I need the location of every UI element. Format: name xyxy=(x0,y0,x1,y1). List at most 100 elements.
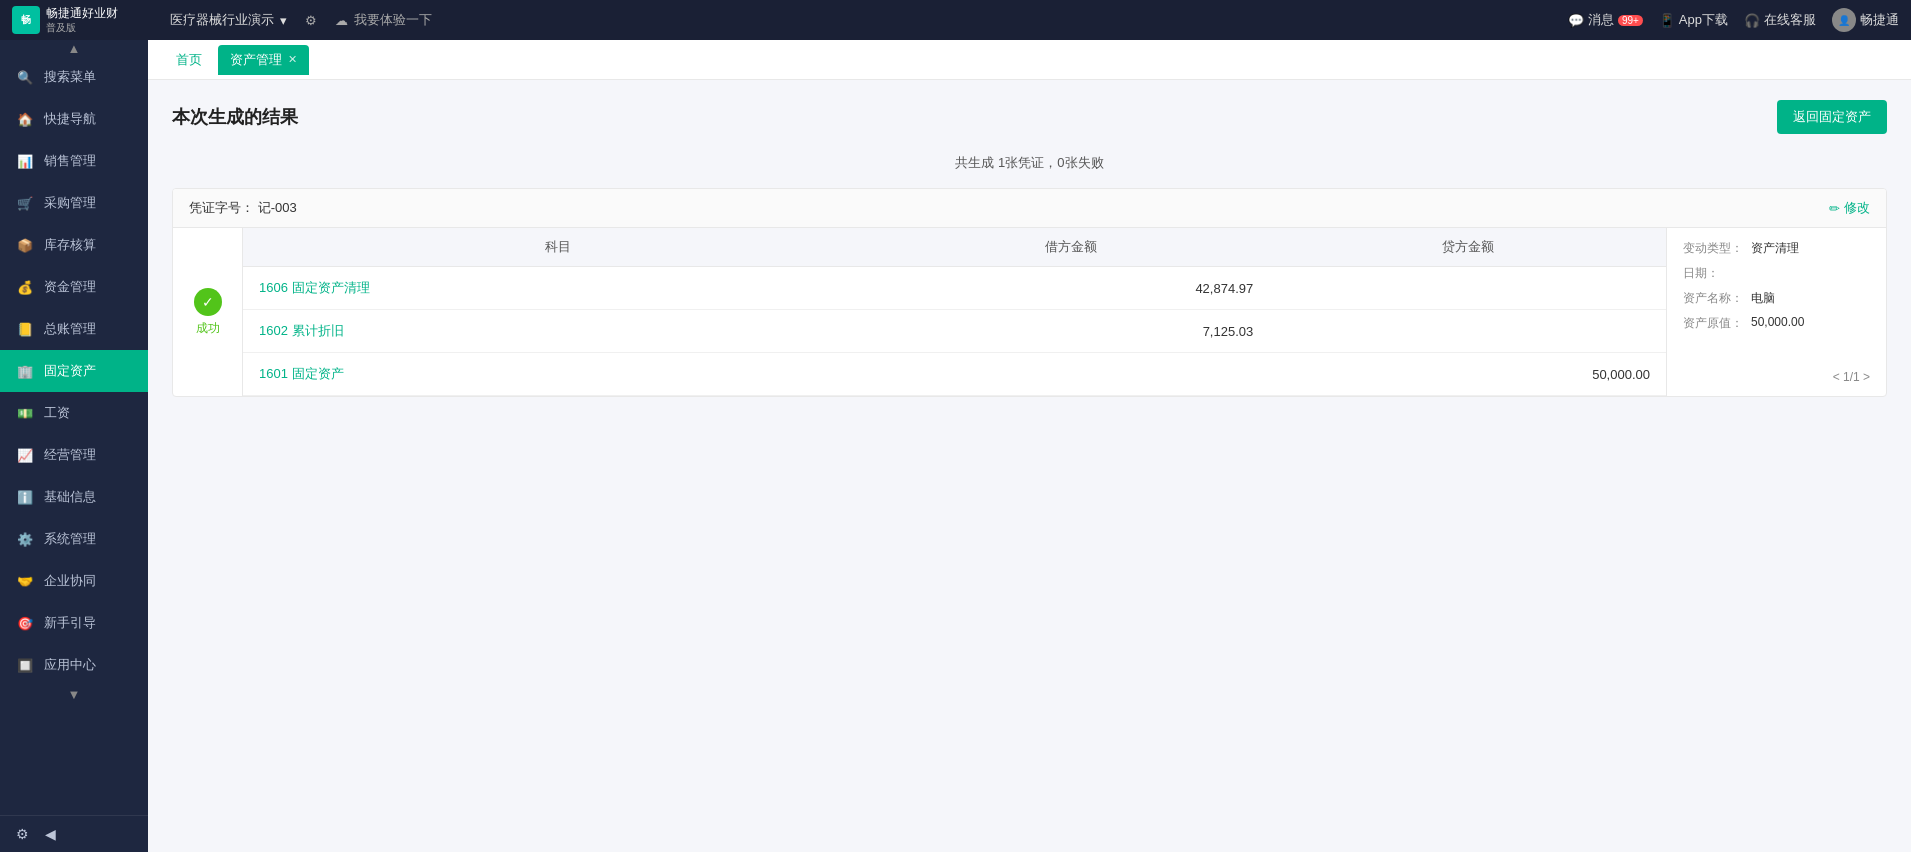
guide-icon: 🎯 xyxy=(16,614,34,632)
sidebar-item-payroll[interactable]: 💵 工资 xyxy=(0,392,148,434)
sidebar-item-funds[interactable]: 💰 资金管理 xyxy=(0,266,148,308)
pagination[interactable]: < 1/1 > xyxy=(1683,370,1870,384)
row3-credit: 50,000.00 xyxy=(1269,353,1666,396)
purchase-icon: 🛒 xyxy=(16,194,34,212)
success-check-icon: ✓ xyxy=(194,288,222,316)
sales-icon: 📊 xyxy=(16,152,34,170)
original-value-value: 50,000.00 xyxy=(1751,315,1804,332)
edit-icon: ✏ xyxy=(1829,201,1840,216)
funds-icon: 💰 xyxy=(16,278,34,296)
headset-icon: 🎧 xyxy=(1744,13,1760,28)
inventory-icon: 📦 xyxy=(16,236,34,254)
user-menu[interactable]: 👤 畅捷通 xyxy=(1832,8,1899,32)
asset-name-label: 资产名称： xyxy=(1683,290,1743,307)
voucher-card: 凭证字号： 记-003 ✏ 修改 ✓ 成功 xyxy=(172,188,1887,397)
payroll-icon: 💵 xyxy=(16,404,34,422)
status-column: ✓ 成功 xyxy=(173,228,243,396)
sidebar: ▲ 🔍 搜索菜单 🏠 快捷导航 📊 销售管理 🛒 采购管理 📦 库存核算 💰 资… xyxy=(0,40,148,852)
page-content: 本次生成的结果 返回固定资产 共生成 1张凭证，0张失败 凭证字号： 记-003… xyxy=(148,80,1911,852)
search-icon: 🔍 xyxy=(16,68,34,86)
table-row: 1601 固定资产 50,000.00 xyxy=(243,353,1666,396)
page-title-row: 本次生成的结果 返回固定资产 xyxy=(172,100,1887,134)
table-row: 1602 累计折旧 7,125.03 xyxy=(243,310,1666,353)
sidebar-item-search[interactable]: 🔍 搜索菜单 xyxy=(0,56,148,98)
tab-home[interactable]: 首页 xyxy=(164,45,214,75)
app-center-icon: 🔲 xyxy=(16,656,34,674)
sidebar-scroll-down[interactable]: ▼ xyxy=(0,686,148,702)
online-service-button[interactable]: 🎧 在线客服 xyxy=(1744,11,1816,29)
ledger-icon: 📒 xyxy=(16,320,34,338)
workspace-selector[interactable]: 医疗器械行业演示 ▾ xyxy=(160,7,297,33)
logo-area: 畅 畅捷通好业财 普及版 xyxy=(12,6,160,35)
tab-asset-management[interactable]: 资产管理 ✕ xyxy=(218,45,309,75)
voucher-table: 科目 借方金额 贷方金额 1606 固定资产清理 42,874.97 xyxy=(243,228,1666,396)
workspace-name: 医疗器械行业演示 xyxy=(170,11,274,29)
sidebar-item-operations[interactable]: 📈 经营管理 xyxy=(0,434,148,476)
change-type-row: 变动类型： 资产清理 xyxy=(1683,240,1870,257)
summary-line: 共生成 1张凭证，0张失败 xyxy=(172,154,1887,172)
main-layout: ▲ 🔍 搜索菜单 🏠 快捷导航 📊 销售管理 🛒 采购管理 📦 库存核算 💰 资… xyxy=(0,40,1911,852)
fixed-assets-icon: 🏢 xyxy=(16,362,34,380)
message-icon: 💬 xyxy=(1568,13,1584,28)
date-label: 日期： xyxy=(1683,265,1719,282)
sidebar-item-quick-nav[interactable]: 🏠 快捷导航 xyxy=(0,98,148,140)
col-subject: 科目 xyxy=(243,228,872,267)
asset-name-row: 资产名称： 电脑 xyxy=(1683,290,1870,307)
mobile-icon: 📱 xyxy=(1659,13,1675,28)
row2-debit: 7,125.03 xyxy=(872,310,1269,353)
content-area: 首页 资产管理 ✕ 本次生成的结果 返回固定资产 共生成 1张凭证，0张失败 xyxy=(148,40,1911,852)
edit-button[interactable]: ✏ 修改 xyxy=(1829,199,1870,217)
row2-credit xyxy=(1269,310,1666,353)
change-type-label: 变动类型： xyxy=(1683,240,1743,257)
experience-button[interactable]: ☁ 我要体验一下 xyxy=(325,7,442,33)
sidebar-item-sales[interactable]: 📊 销售管理 xyxy=(0,140,148,182)
sidebar-item-inventory[interactable]: 📦 库存核算 xyxy=(0,224,148,266)
row1-debit: 42,874.97 xyxy=(872,267,1269,310)
voucher-header: 凭证字号： 记-003 ✏ 修改 xyxy=(173,189,1886,228)
return-button[interactable]: 返回固定资产 xyxy=(1777,100,1887,134)
sidebar-item-app-center[interactable]: 🔲 应用中心 xyxy=(0,644,148,686)
page-title: 本次生成的结果 xyxy=(172,105,298,129)
system-icon: ⚙️ xyxy=(16,530,34,548)
operations-icon: 📈 xyxy=(16,446,34,464)
row3-subject: 1601 固定资产 xyxy=(243,353,872,396)
row1-subject: 1606 固定资产清理 xyxy=(243,267,872,310)
row3-debit xyxy=(872,353,1269,396)
asset-name-value: 电脑 xyxy=(1751,290,1775,307)
change-type-value: 资产清理 xyxy=(1751,240,1799,257)
messages-badge: 99+ xyxy=(1618,15,1643,26)
sidebar-item-purchase[interactable]: 🛒 采购管理 xyxy=(0,182,148,224)
status-label: 成功 xyxy=(196,320,220,337)
cloud-icon: ☁ xyxy=(335,13,348,28)
sidebar-item-ledger[interactable]: 📒 总账管理 xyxy=(0,308,148,350)
sidebar-item-fixed-assets[interactable]: 🏢 固定资产 xyxy=(0,350,148,392)
voucher-body: ✓ 成功 科目 借方金额 贷方金额 xyxy=(173,228,1886,396)
date-row: 日期： xyxy=(1683,265,1870,282)
cooperation-icon: 🤝 xyxy=(16,572,34,590)
sidebar-item-guide[interactable]: 🎯 新手引导 xyxy=(0,602,148,644)
avatar: 👤 xyxy=(1832,8,1856,32)
sidebar-scroll-up[interactable]: ▲ xyxy=(0,40,148,56)
chevron-down-icon: ▾ xyxy=(280,13,287,28)
col-credit: 贷方金额 xyxy=(1269,228,1666,267)
sidebar-item-system[interactable]: ⚙️ 系统管理 xyxy=(0,518,148,560)
logo-sub: 普及版 xyxy=(46,21,118,34)
logo-icon: 畅 xyxy=(12,6,40,34)
sidebar-item-basic-info[interactable]: ℹ️ 基础信息 xyxy=(0,476,148,518)
sidebar-bottom: ⚙ ◀ xyxy=(0,815,148,852)
settings-icon[interactable]: ⚙ xyxy=(297,6,325,34)
row2-subject: 1602 累计折旧 xyxy=(243,310,872,353)
home-icon: 🏠 xyxy=(16,110,34,128)
col-debit: 借方金额 xyxy=(872,228,1269,267)
voucher-right-panel: 变动类型： 资产清理 日期： 资产名称： 电脑 资产原值： xyxy=(1666,228,1886,396)
sidebar-item-cooperation[interactable]: 🤝 企业协同 xyxy=(0,560,148,602)
settings-bottom-icon[interactable]: ⚙ xyxy=(16,826,29,842)
original-value-label: 资产原值： xyxy=(1683,315,1743,332)
collapse-icon[interactable]: ◀ xyxy=(45,826,56,842)
messages-button[interactable]: 💬 消息 99+ xyxy=(1568,11,1643,29)
app-download-button[interactable]: 📱 App下载 xyxy=(1659,11,1728,29)
row1-credit xyxy=(1269,267,1666,310)
original-value-row: 资产原值： 50,000.00 xyxy=(1683,315,1870,332)
tab-close-icon[interactable]: ✕ xyxy=(288,53,297,66)
table-row: 1606 固定资产清理 42,874.97 xyxy=(243,267,1666,310)
